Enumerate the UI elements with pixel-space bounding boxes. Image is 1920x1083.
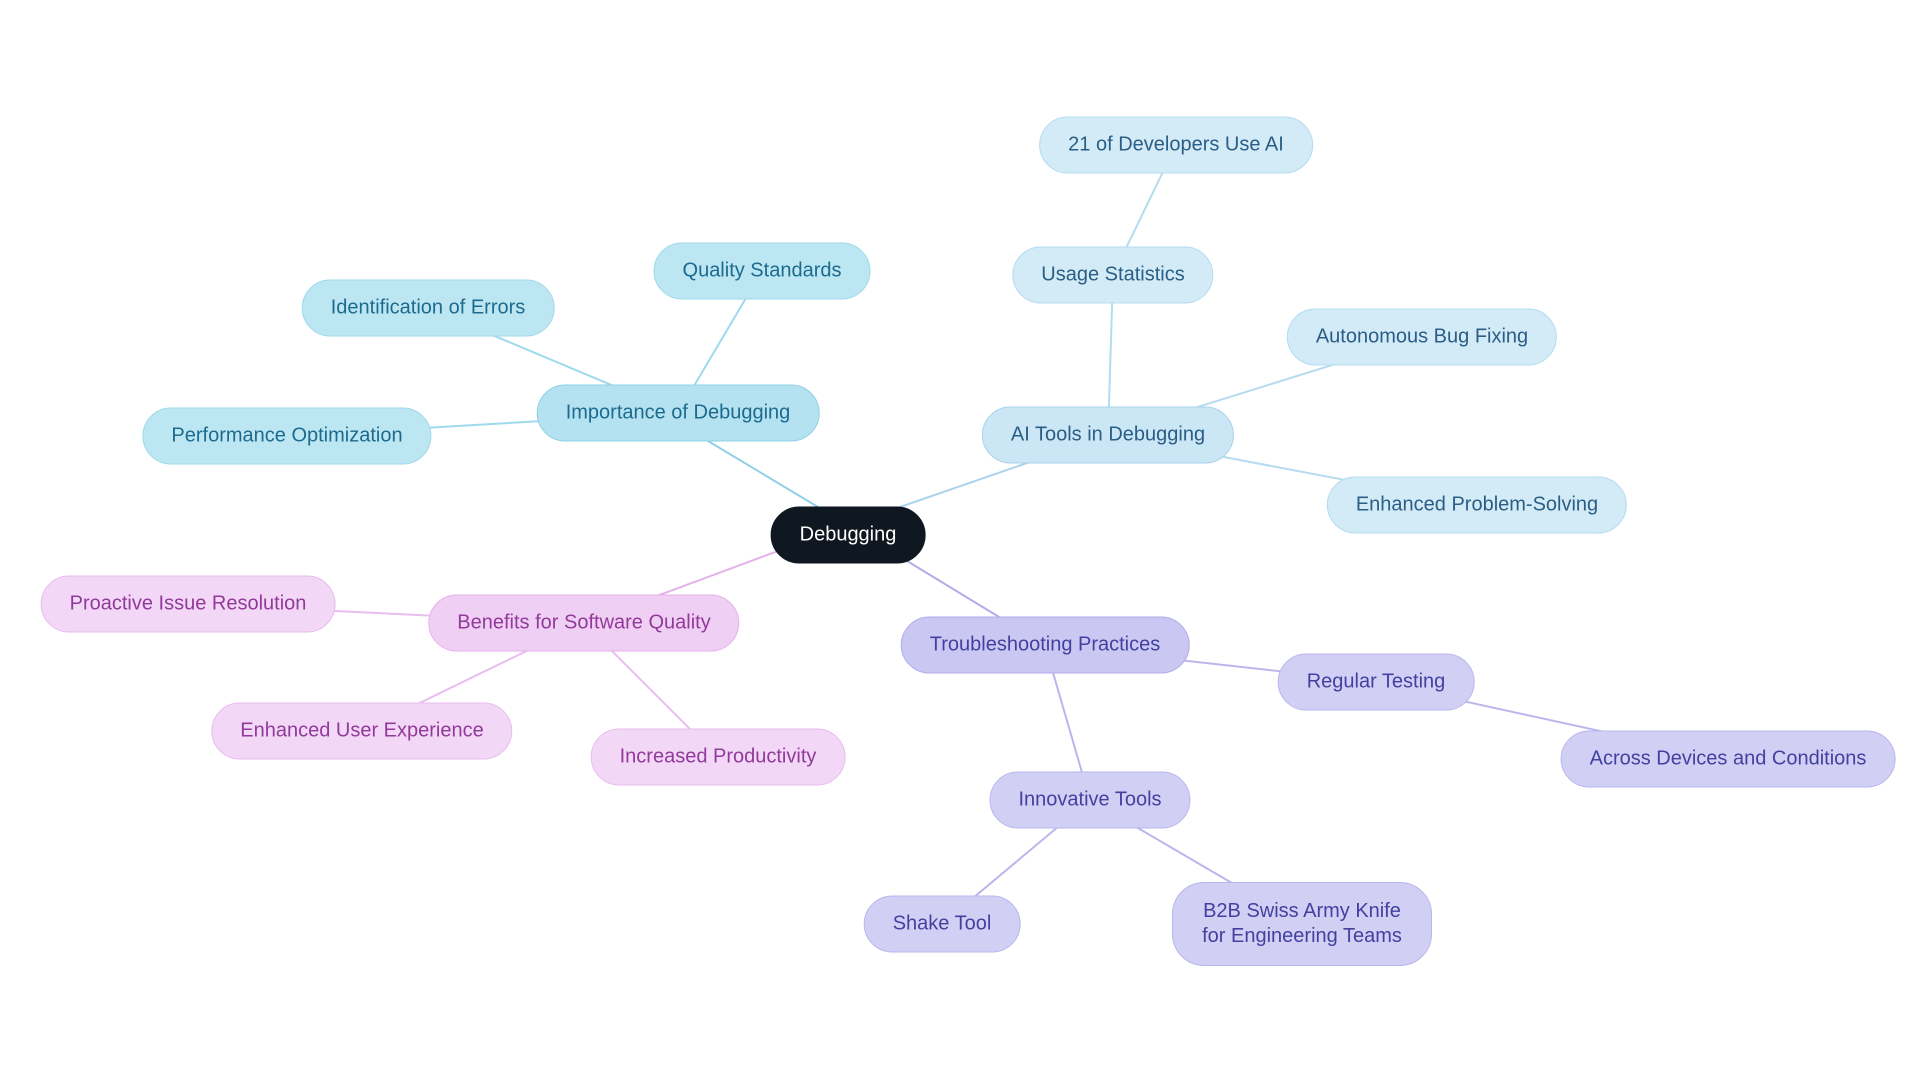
node-troubleshooting[interactable]: Troubleshooting Practices: [901, 617, 1190, 674]
node-usage-statistics[interactable]: Usage Statistics: [1012, 247, 1213, 304]
node-regular-testing[interactable]: Regular Testing: [1278, 654, 1475, 711]
node-proactive-issue[interactable]: Proactive Issue Resolution: [41, 576, 336, 633]
node-across-devices[interactable]: Across Devices and Conditions: [1561, 731, 1896, 788]
node-21-developers[interactable]: 21 of Developers Use AI: [1039, 117, 1313, 174]
center-node-debugging[interactable]: Debugging: [771, 507, 926, 564]
node-ai-tools[interactable]: AI Tools in Debugging: [982, 407, 1234, 464]
node-autonomous-bug-fixing[interactable]: Autonomous Bug Fixing: [1287, 309, 1557, 366]
node-identification-errors[interactable]: Identification of Errors: [302, 280, 555, 337]
node-importance[interactable]: Importance of Debugging: [537, 385, 820, 442]
node-performance-optimization[interactable]: Performance Optimization: [142, 408, 431, 465]
node-increased-productivity[interactable]: Increased Productivity: [591, 729, 846, 786]
node-benefits[interactable]: Benefits for Software Quality: [428, 595, 739, 652]
node-enhanced-ux[interactable]: Enhanced User Experience: [211, 703, 512, 760]
node-shake-tool[interactable]: Shake Tool: [864, 896, 1021, 953]
node-innovative-tools[interactable]: Innovative Tools: [989, 772, 1190, 829]
node-b2b-swiss-army[interactable]: B2B Swiss Army Knife for Engineering Tea…: [1172, 882, 1432, 966]
node-enhanced-problem-solving[interactable]: Enhanced Problem-Solving: [1327, 477, 1627, 534]
mindmap-canvas: Debugging Importance of Debugging Identi…: [0, 0, 1920, 1083]
node-quality-standards[interactable]: Quality Standards: [654, 243, 871, 300]
